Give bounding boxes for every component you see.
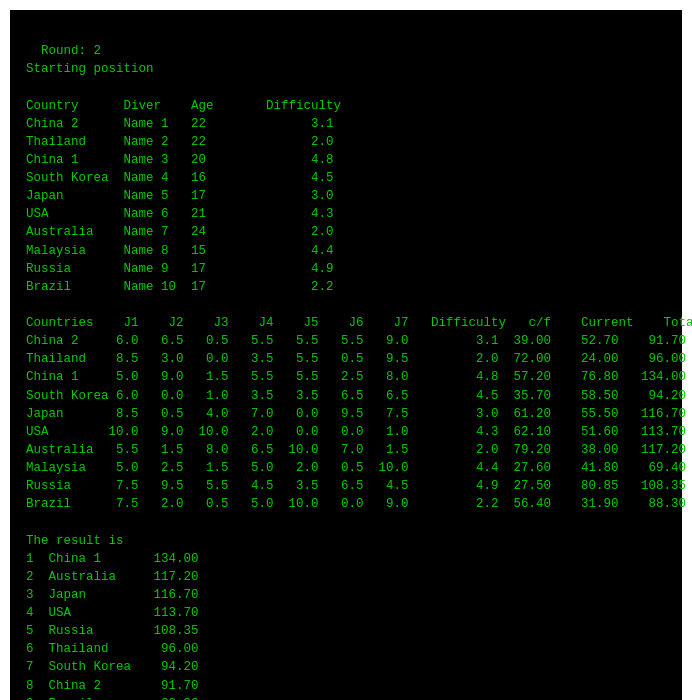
terminal-output: Round: 2 Starting position Country Diver… (10, 10, 682, 700)
terminal-text: Round: 2 Starting position Country Diver… (26, 44, 692, 700)
